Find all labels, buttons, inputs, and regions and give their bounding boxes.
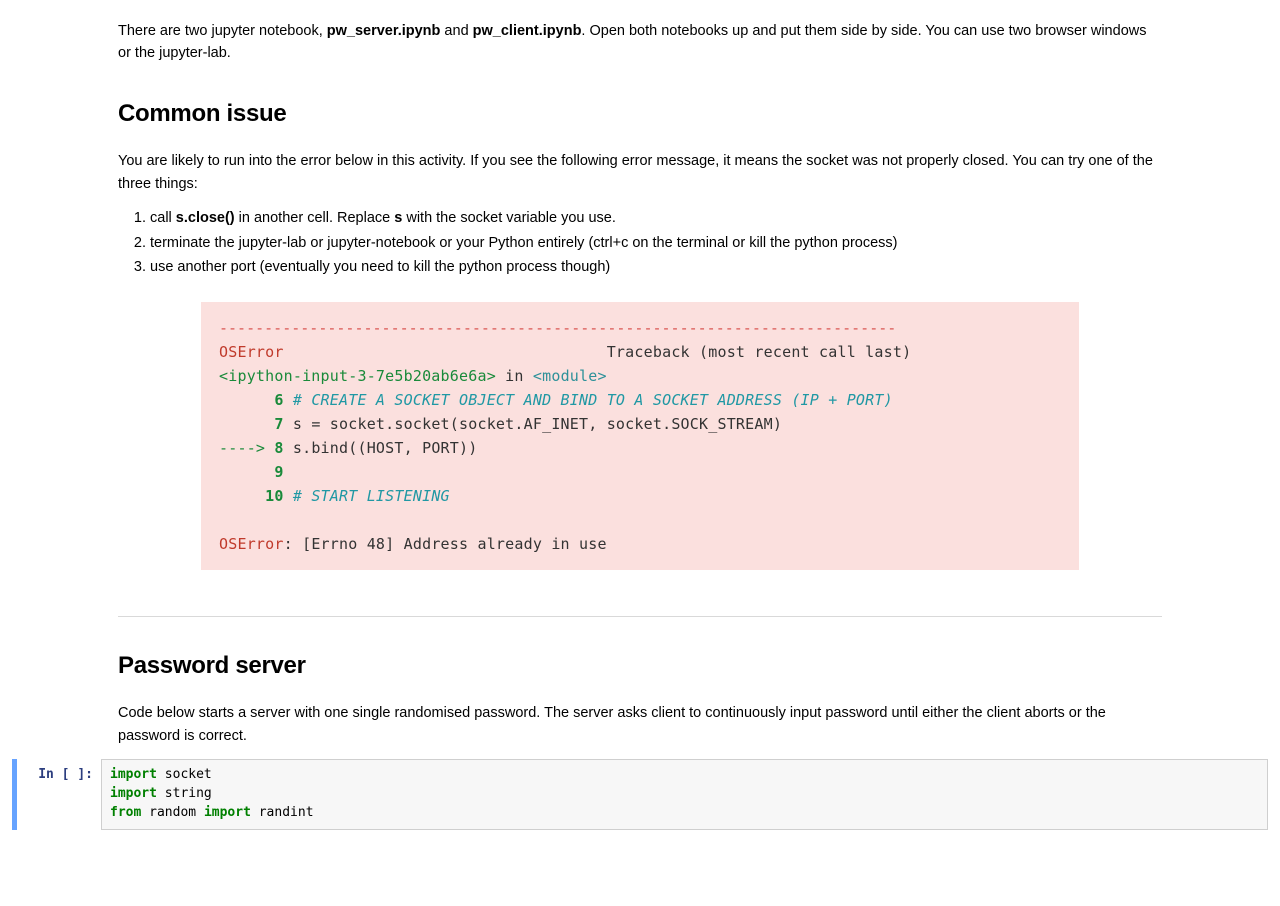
intro-and: and bbox=[440, 23, 472, 39]
error-screenshot: ----------------------------------------… bbox=[118, 302, 1162, 577]
fix-list: call s.close() in another cell. Replace … bbox=[118, 207, 1162, 278]
heading-password-server: Password server bbox=[118, 647, 1162, 684]
fix-item-1: call s.close() in another cell. Replace … bbox=[150, 207, 1162, 229]
password-server-para: Code below starts a server with one sing… bbox=[118, 702, 1162, 747]
heading-common-issue: Common issue bbox=[118, 95, 1162, 132]
cell-input[interactable]: import socket import string from random … bbox=[101, 759, 1268, 830]
section-divider bbox=[118, 616, 1162, 617]
common-issue-para: You are likely to run into the error bel… bbox=[118, 150, 1162, 195]
file-pw-client: pw_client.ipynb bbox=[473, 23, 582, 39]
fix-item-3: use another port (eventually you need to… bbox=[150, 256, 1162, 278]
jupyter-cell[interactable]: In [ ]: import socket import string from… bbox=[12, 759, 1268, 830]
fix-item-2: terminate the jupyter-lab or jupyter-not… bbox=[150, 232, 1162, 254]
cell-prompt: In [ ]: bbox=[21, 759, 101, 785]
traceback-box: ----------------------------------------… bbox=[201, 302, 1079, 570]
intro-text: There are two jupyter notebook, bbox=[118, 23, 327, 39]
intro-paragraph: There are two jupyter notebook, pw_serve… bbox=[118, 20, 1162, 65]
file-pw-server: pw_server.ipynb bbox=[327, 23, 441, 39]
